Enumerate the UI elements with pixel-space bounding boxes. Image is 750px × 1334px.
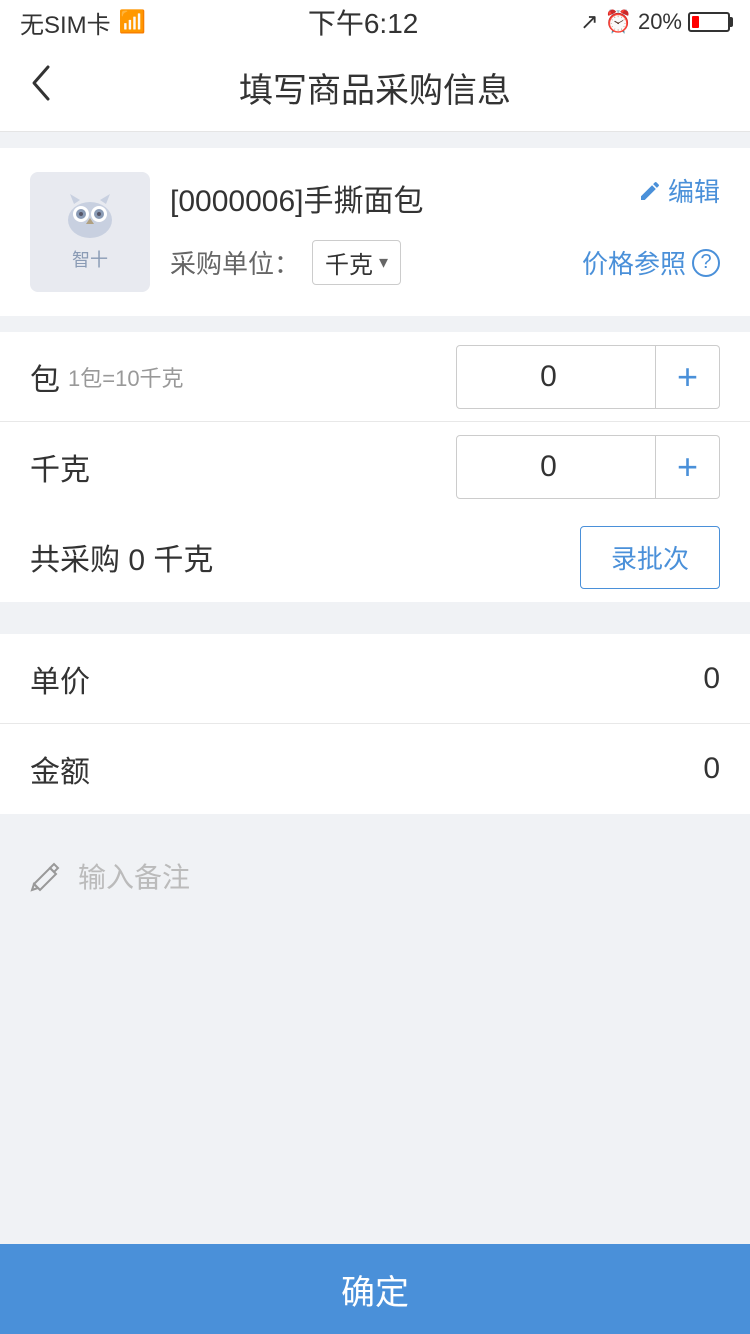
input-section: 包 1包=10千克 + 千克 + bbox=[0, 332, 750, 512]
bottom-spacer bbox=[0, 922, 750, 1222]
edit-button[interactable]: 编辑 bbox=[638, 172, 720, 209]
location-icon: ↗ bbox=[580, 9, 598, 35]
battery-icon bbox=[688, 12, 730, 32]
price-section: 单价 0 金额 0 bbox=[0, 634, 750, 814]
price-ref-button[interactable]: 价格参照 ? bbox=[582, 244, 720, 281]
bao-input-wrapper: + bbox=[456, 345, 720, 409]
amount-row: 金额 0 bbox=[0, 724, 750, 814]
kg-label: 千克 bbox=[30, 445, 90, 489]
unit-price-value: 0 bbox=[703, 662, 720, 696]
page-title: 填写商品采购信息 bbox=[239, 63, 511, 112]
bao-label: 包 bbox=[30, 355, 60, 399]
notes-placeholder: 输入备注 bbox=[78, 856, 190, 896]
alarm-icon: ⏰ bbox=[605, 9, 632, 35]
record-batch-button[interactable]: 录批次 bbox=[580, 526, 720, 589]
amount-label: 金额 bbox=[30, 747, 90, 791]
wifi-icon: 📶 bbox=[119, 9, 146, 35]
no-sim-text: 无SIM卡 bbox=[20, 5, 111, 40]
product-image: 智十 bbox=[30, 172, 150, 292]
unit-dropdown[interactable]: 千克 ▾ bbox=[312, 240, 401, 285]
bao-input[interactable] bbox=[456, 345, 656, 409]
unit-price-row: 单价 0 bbox=[0, 634, 750, 724]
divider-2 bbox=[0, 602, 750, 618]
summary-row: 共采购 0 千克 录批次 bbox=[0, 512, 750, 602]
kg-row: 千克 + bbox=[0, 422, 750, 512]
price-ref-label: 价格参照 bbox=[582, 244, 686, 281]
bao-row: 包 1包=10千克 + bbox=[0, 332, 750, 422]
unit-value: 千克 bbox=[325, 245, 373, 280]
help-icon: ? bbox=[692, 249, 720, 277]
edit-label: 编辑 bbox=[668, 172, 720, 209]
back-button[interactable] bbox=[30, 53, 64, 122]
status-time: 下午6:12 bbox=[308, 2, 419, 42]
notes-section[interactable]: 输入备注 bbox=[0, 830, 750, 922]
product-card: 智十 [0000006]手撕面包 采购单位： 千克 ▾ 价格参照 ? 编辑 bbox=[0, 148, 750, 316]
kg-input[interactable] bbox=[456, 435, 656, 499]
status-bar: 无SIM卡 📶 下午6:12 ↗ ⏰ 20% bbox=[0, 0, 750, 44]
kg-input-wrapper: + bbox=[456, 435, 720, 499]
summary-text: 共采购 0 千克 bbox=[30, 535, 213, 579]
confirm-button[interactable]: 确定 bbox=[0, 1244, 750, 1334]
product-meta: 采购单位： 千克 ▾ 价格参照 ? bbox=[170, 240, 720, 285]
bao-plus-button[interactable]: + bbox=[656, 345, 720, 409]
brand-label: 智十 bbox=[72, 246, 108, 272]
status-right: ↗ ⏰ 20% bbox=[580, 9, 730, 35]
dropdown-arrow-icon: ▾ bbox=[379, 252, 388, 273]
unit-label: 采购单位： bbox=[170, 244, 300, 281]
battery-percent: 20% bbox=[638, 9, 682, 35]
amount-value: 0 bbox=[703, 752, 720, 786]
divider-1 bbox=[0, 316, 750, 332]
kg-plus-button[interactable]: + bbox=[656, 435, 720, 499]
nav-bar: 填写商品采购信息 bbox=[0, 44, 750, 132]
unit-price-label: 单价 bbox=[30, 657, 90, 701]
status-left: 无SIM卡 📶 bbox=[20, 5, 146, 40]
pencil-icon bbox=[30, 860, 62, 892]
bao-hint: 1包=10千克 bbox=[68, 361, 184, 393]
